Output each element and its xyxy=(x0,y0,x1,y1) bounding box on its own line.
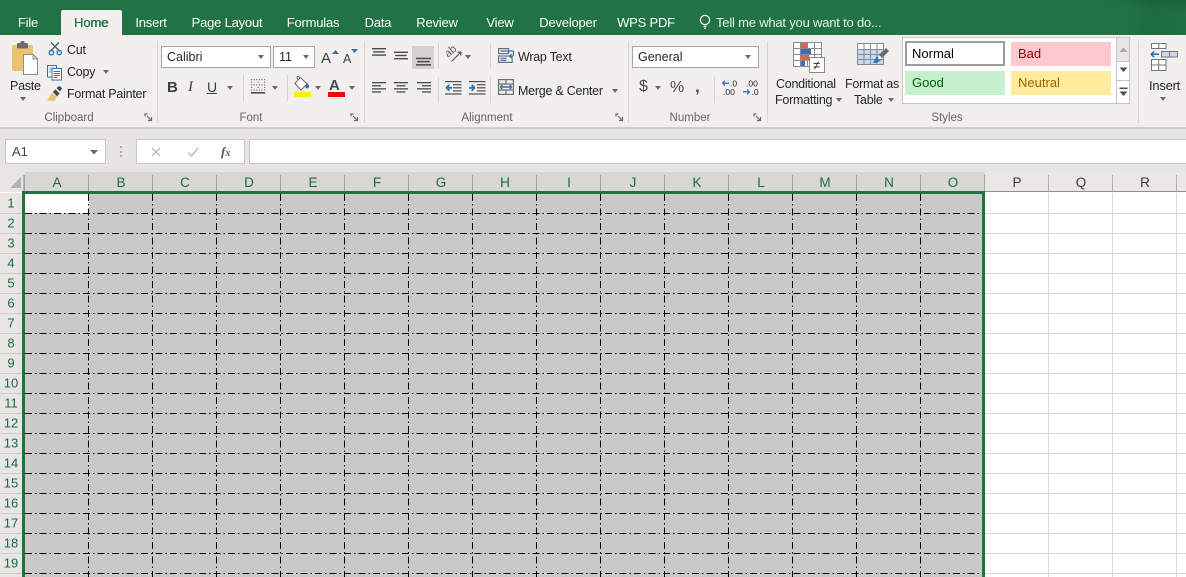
svg-text:E: E xyxy=(308,175,317,190)
svg-text:10: 10 xyxy=(4,376,18,391)
svg-text:8: 8 xyxy=(7,336,14,351)
svg-text:B: B xyxy=(116,175,125,190)
svg-text:F: F xyxy=(373,175,381,190)
svg-text:12: 12 xyxy=(4,416,18,431)
svg-text:O: O xyxy=(948,175,959,190)
svg-text:6: 6 xyxy=(7,296,14,311)
svg-text:Q: Q xyxy=(1076,175,1087,190)
svg-text:M: M xyxy=(819,175,830,190)
svg-text:≠: ≠ xyxy=(813,58,820,73)
svg-text:17: 17 xyxy=(4,516,18,531)
svg-text:J: J xyxy=(630,175,637,190)
svg-text:K: K xyxy=(692,175,701,190)
svg-text:G: G xyxy=(436,175,447,190)
svg-text:2: 2 xyxy=(7,216,14,231)
svg-text:9: 9 xyxy=(7,356,14,371)
svg-text:13: 13 xyxy=(4,436,18,451)
svg-text:P: P xyxy=(1012,175,1021,190)
svg-text:.0: .0 xyxy=(752,87,759,96)
svg-text:11: 11 xyxy=(4,396,18,411)
svg-text:4: 4 xyxy=(7,256,14,271)
svg-text:L: L xyxy=(757,175,765,190)
svg-text:I: I xyxy=(567,175,571,190)
svg-text:A: A xyxy=(52,175,61,190)
svg-text:15: 15 xyxy=(4,476,18,491)
svg-text:3: 3 xyxy=(7,236,14,251)
svg-text:.00: .00 xyxy=(723,87,735,96)
svg-text:7: 7 xyxy=(7,316,14,331)
svg-text:D: D xyxy=(244,175,254,190)
svg-text:1: 1 xyxy=(7,196,14,211)
svg-text:C: C xyxy=(180,175,190,190)
svg-text:16: 16 xyxy=(4,496,18,511)
svg-text:5: 5 xyxy=(7,276,14,291)
svg-text:ab: ab xyxy=(446,46,459,60)
svg-text:R: R xyxy=(1140,175,1150,190)
svg-text:H: H xyxy=(500,175,510,190)
svg-text:18: 18 xyxy=(4,536,18,551)
svg-text:14: 14 xyxy=(4,456,18,471)
svg-text:N: N xyxy=(884,175,894,190)
svg-text:19: 19 xyxy=(4,556,18,571)
